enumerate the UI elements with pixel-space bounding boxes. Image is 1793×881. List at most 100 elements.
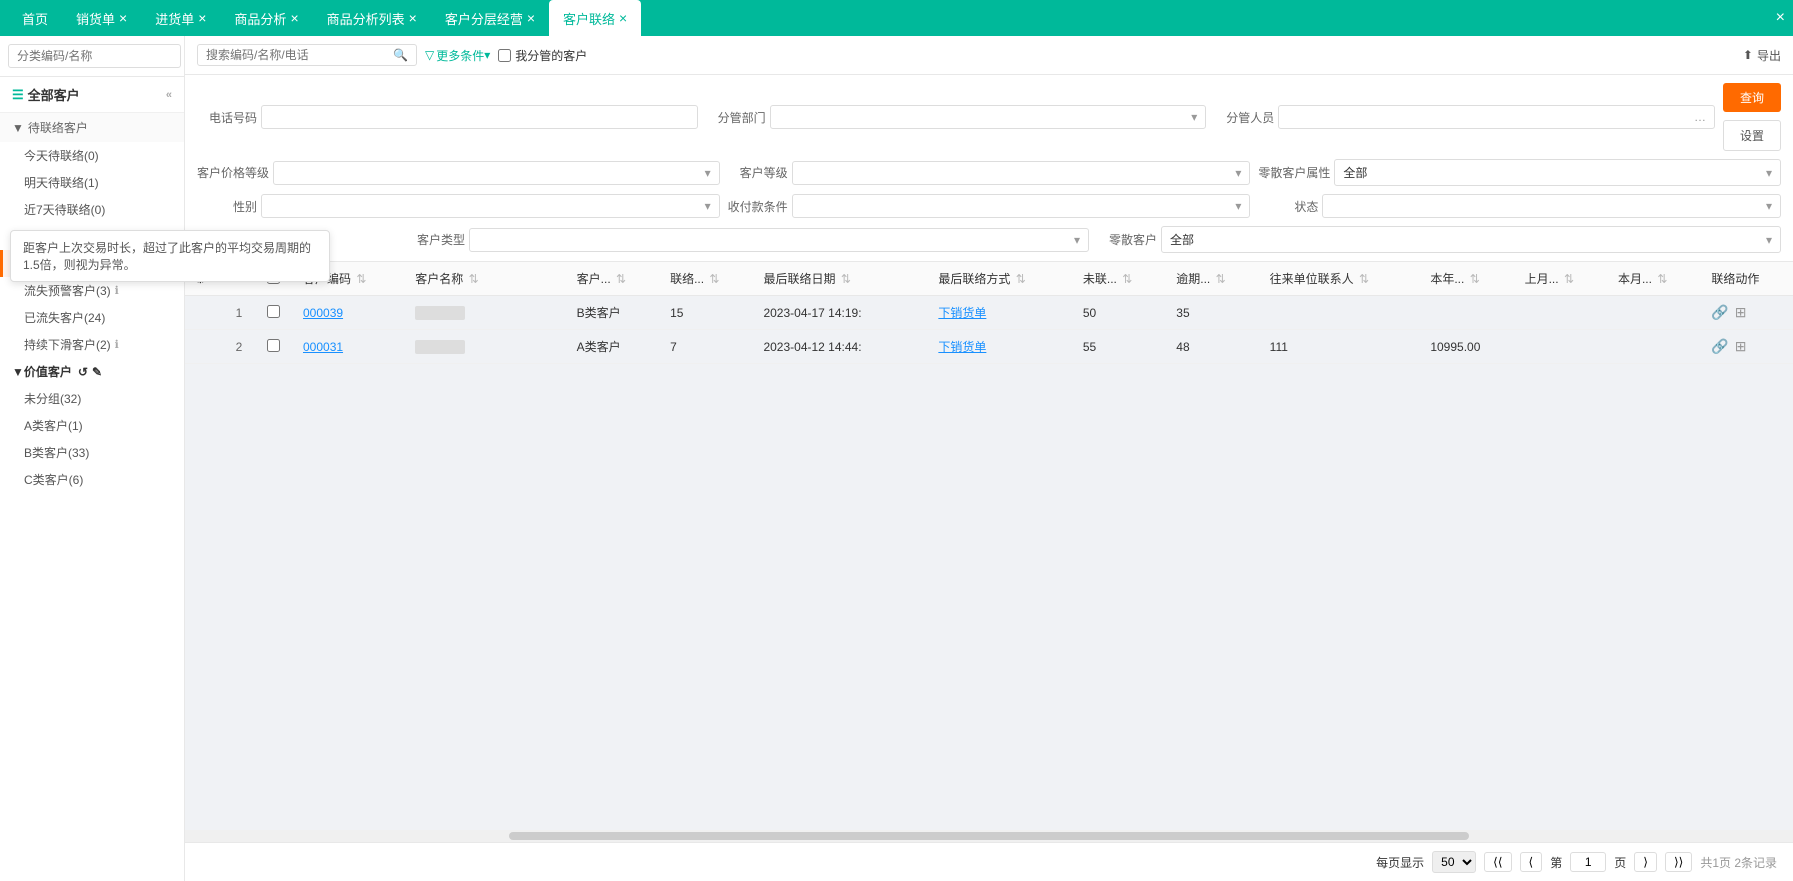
filter-cell-price-level: 客户价格等级 ▾ (197, 161, 720, 185)
action-link-icon-1[interactable]: 🔗 (1711, 304, 1728, 321)
nav-customer-tier-close[interactable]: × (527, 10, 535, 26)
filter-cell-dept: 分管部门 ▾ (706, 105, 1207, 129)
sidebar-item-unsorted[interactable]: 未分组(32) (0, 385, 184, 412)
th-unit-contact[interactable]: 往来单位联系人 ⇅ (1260, 262, 1421, 296)
phone-input[interactable] (261, 105, 698, 129)
row2-checkbox[interactable] (267, 339, 280, 352)
filter-cell-retail-customer: 零散客户 全部 ▾ (1097, 226, 1781, 253)
td-name-1[interactable] (405, 296, 566, 330)
td-checkbox-1[interactable] (257, 296, 293, 330)
sidebar-all-customers[interactable]: ☰ 全部客户 « (0, 77, 184, 113)
sidebar: 🔍 ☰ 全部客户 « ▼ 待联络客户 今天待联络(0) 明天待联络(1) 近7天… (0, 36, 185, 881)
nav-sales[interactable]: 销货单 × (62, 0, 141, 36)
export-icon: ⬆ (1743, 48, 1753, 62)
sidebar-value-customers[interactable]: ▼ 价值客户 ↺ ✎ (0, 358, 184, 385)
export-btn[interactable]: ⬆ 导出 (1743, 47, 1781, 64)
filter-cell-payment: 收付款条件 ▾ (728, 194, 1251, 218)
nav-close-all[interactable]: × (1776, 9, 1785, 27)
filter-cell-customer-type: 客户类型 ▾ (405, 228, 1089, 252)
th-last-method[interactable]: 最后联络方式 ⇅ (928, 262, 1073, 296)
td-last-method-2[interactable]: 下销货单 (928, 330, 1073, 364)
nav-customer-contact[interactable]: 客户联络 × (549, 0, 641, 36)
sidebar-collapse-icon[interactable]: « (166, 89, 172, 101)
value-refresh-icon[interactable]: ↺ (78, 365, 88, 379)
td-checkbox-2[interactable] (257, 330, 293, 364)
sidebar-search-input[interactable] (8, 44, 181, 68)
nav-customer-tier[interactable]: 客户分层经营 × (431, 0, 549, 36)
nav-purchase-close[interactable]: × (198, 10, 206, 26)
page-number-input[interactable] (1570, 852, 1606, 872)
settings-button[interactable]: 设置 (1723, 120, 1781, 151)
next-page-btn[interactable]: ⟩ (1634, 852, 1657, 872)
sidebar-item-7days[interactable]: 近7天待联络(0) (0, 196, 184, 223)
td-name-2[interactable] (405, 330, 566, 364)
sidebar-item-c-class[interactable]: C类客户(6) (0, 466, 184, 493)
th-contact[interactable]: 联络... ⇅ (660, 262, 753, 296)
nav-analysis-close[interactable]: × (290, 10, 298, 26)
td-code-2[interactable]: 000031 (293, 330, 405, 364)
customer-type-arrow: ▾ (1074, 233, 1080, 247)
row1-checkbox[interactable] (267, 305, 280, 318)
sidebar-item-continuous-down[interactable]: 持续下滑客户(2) ℹ (0, 331, 184, 358)
payment-dropdown[interactable]: ▾ (792, 194, 1251, 218)
sort-contact-icon: ⇅ (709, 272, 719, 286)
price-level-dropdown[interactable]: ▾ (273, 161, 720, 185)
sidebar-item-today[interactable]: 今天待联络(0) (0, 142, 184, 169)
th-name[interactable]: 客户名称 ⇅ (405, 262, 566, 296)
value-edit-icon[interactable]: ✎ (92, 365, 102, 379)
th-last-date[interactable]: 最后联络日期 ⇅ (753, 262, 928, 296)
td-num-2: 2 (221, 330, 257, 364)
my-customers-checkbox[interactable] (498, 49, 511, 62)
th-last-month[interactable]: 上月... ⇅ (1515, 262, 1608, 296)
gender-dropdown[interactable]: ▾ (261, 194, 720, 218)
retail-customer-dropdown[interactable]: 全部 ▾ (1161, 226, 1781, 253)
customer-type-dropdown[interactable]: ▾ (469, 228, 1089, 252)
my-customers-checkbox-label[interactable]: 我分管的客户 (498, 47, 587, 64)
first-page-btn[interactable]: ⟨⟨ (1484, 852, 1511, 872)
sidebar-item-a-class[interactable]: A类客户(1) (0, 412, 184, 439)
sort-last-date-icon: ⇅ (841, 272, 851, 286)
dept-dropdown-arrow: ▾ (1191, 110, 1197, 124)
more-conditions-btn[interactable]: ▽ 更多条件 ▾ (425, 47, 490, 64)
status-dropdown[interactable]: ▾ (1322, 194, 1781, 218)
td-code-1[interactable]: 000039 (293, 296, 405, 330)
search-input[interactable] (206, 48, 393, 62)
price-level-arrow: ▾ (705, 166, 711, 180)
td-last-method-1[interactable]: 下销货单 (928, 296, 1073, 330)
sidebar-item-lost[interactable]: 已流失客户(24) (0, 304, 184, 331)
sidebar-item-b-class[interactable]: B类客户(33) (0, 439, 184, 466)
nav-sales-close[interactable]: × (119, 10, 127, 26)
prev-page-btn[interactable]: ⟨ (1520, 852, 1543, 872)
table-scroll-wrap[interactable]: ⚙ 客户编码 ⇅ 客户名称 ⇅ (185, 262, 1793, 830)
query-button[interactable]: 查询 (1723, 83, 1781, 112)
td-last-date-2: 2023-04-12 14:44: (753, 330, 928, 364)
th-no-order[interactable]: 未联... ⇅ (1073, 262, 1166, 296)
scrollbar-thumb[interactable] (509, 832, 1469, 840)
nav-analysis-list[interactable]: 商品分析列表 × (313, 0, 431, 36)
sort-unit-contact-icon: ⇅ (1359, 272, 1369, 286)
horizontal-scrollbar[interactable] (185, 830, 1793, 842)
nav-customer-contact-close[interactable]: × (619, 10, 627, 26)
per-page-select[interactable]: 50 (1432, 851, 1476, 873)
td-contact-1: 15 (660, 296, 753, 330)
action-grid-icon-2[interactable]: ⊞ (1735, 338, 1747, 355)
nav-purchase[interactable]: 进货单 × (141, 0, 220, 36)
td-last-month-1 (1515, 296, 1608, 330)
nav-analysis[interactable]: 商品分析 × (220, 0, 312, 36)
retail-attr-dropdown[interactable]: 全部 ▾ (1334, 159, 1781, 186)
th-this-month[interactable]: 本月... ⇅ (1608, 262, 1701, 296)
dept-dropdown[interactable]: ▾ (770, 105, 1207, 129)
sidebar-item-tomorrow[interactable]: 明天待联络(1) (0, 169, 184, 196)
nav-home[interactable]: 首页 (8, 0, 62, 36)
filter-icon: ▽ (425, 48, 434, 62)
th-this-year[interactable]: 本年... ⇅ (1420, 262, 1514, 296)
th-level[interactable]: 客户... ⇅ (567, 262, 660, 296)
last-page-btn[interactable]: ⟩⟩ (1665, 852, 1692, 872)
th-overdue[interactable]: 逾期... ⇅ (1166, 262, 1259, 296)
sidebar-pending-contact-group[interactable]: ▼ 待联络客户 (0, 113, 184, 142)
action-link-icon-2[interactable]: 🔗 (1711, 338, 1728, 355)
nav-analysis-list-close[interactable]: × (409, 10, 417, 26)
manager-dropdown[interactable]: … (1278, 105, 1715, 129)
action-grid-icon-1[interactable]: ⊞ (1735, 304, 1747, 321)
customer-level-dropdown[interactable]: ▾ (792, 161, 1251, 185)
